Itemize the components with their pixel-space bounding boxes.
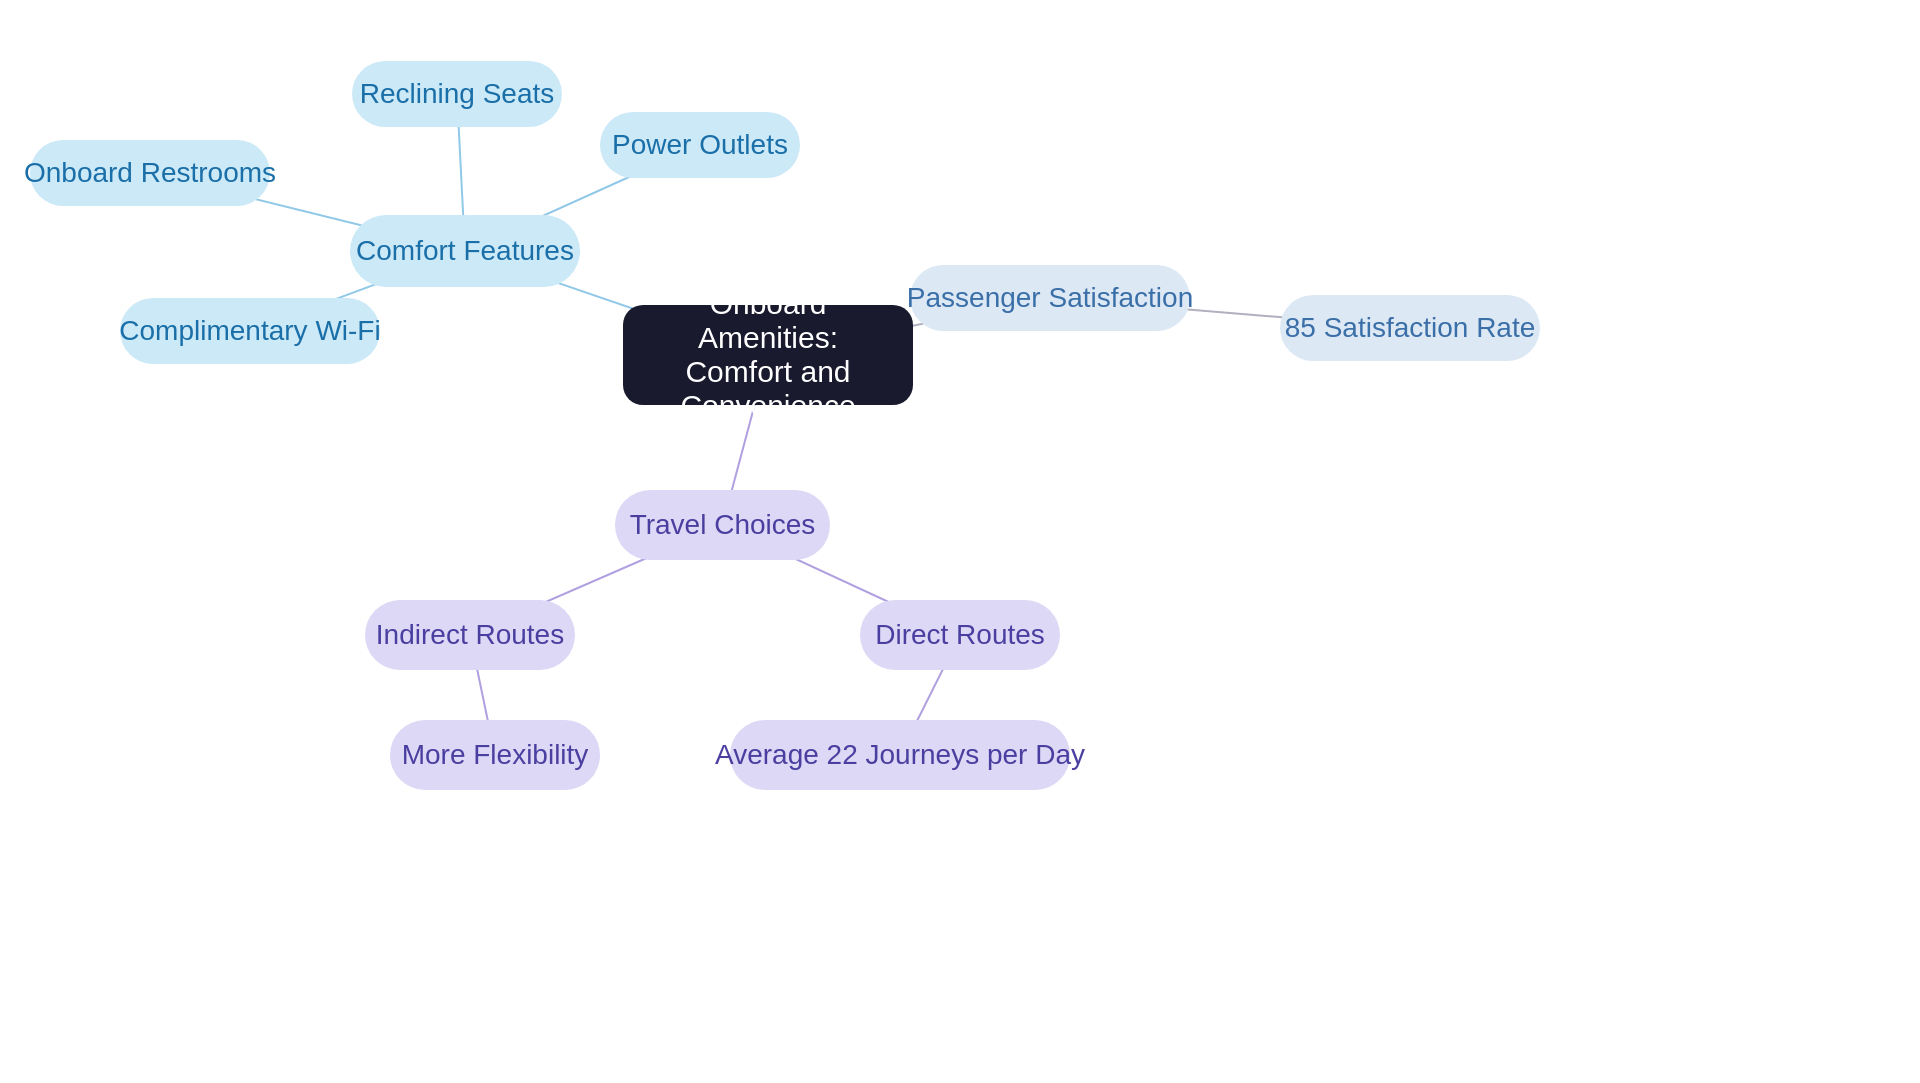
more-flexibility-node: More Flexibility: [390, 720, 600, 790]
comfort-features-label: Comfort Features: [356, 235, 574, 267]
indirect-routes-label: Indirect Routes: [376, 619, 564, 651]
indirect-routes-node: Indirect Routes: [365, 600, 575, 670]
center-label: Onboard Amenities: Comfort and Convenien…: [655, 287, 881, 423]
complimentary-wifi-label: Complimentary Wi-Fi: [119, 315, 380, 347]
travel-choices-label: Travel Choices: [630, 509, 816, 541]
passenger-satisfaction-node: Passenger Satisfaction: [910, 265, 1190, 331]
more-flexibility-label: More Flexibility: [402, 739, 589, 771]
complimentary-wifi-node: Complimentary Wi-Fi: [120, 298, 380, 364]
power-outlets-label: Power Outlets: [612, 129, 788, 161]
onboard-restrooms-node: Onboard Restrooms: [30, 140, 270, 206]
satisfaction-rate-label: 85 Satisfaction Rate: [1285, 312, 1536, 344]
direct-routes-label: Direct Routes: [875, 619, 1045, 651]
reclining-seats-label: Reclining Seats: [360, 78, 555, 110]
reclining-seats-node: Reclining Seats: [352, 61, 562, 127]
passenger-satisfaction-label: Passenger Satisfaction: [907, 282, 1193, 314]
avg-journeys-label: Average 22 Journeys per Day: [715, 739, 1085, 771]
comfort-features-node: Comfort Features: [350, 215, 580, 287]
direct-routes-node: Direct Routes: [860, 600, 1060, 670]
power-outlets-node: Power Outlets: [600, 112, 800, 178]
satisfaction-rate-node: 85 Satisfaction Rate: [1280, 295, 1540, 361]
travel-choices-node: Travel Choices: [615, 490, 830, 560]
avg-journeys-node: Average 22 Journeys per Day: [730, 720, 1070, 790]
center-node: Onboard Amenities: Comfort and Convenien…: [623, 305, 913, 405]
onboard-restrooms-label: Onboard Restrooms: [24, 157, 276, 189]
